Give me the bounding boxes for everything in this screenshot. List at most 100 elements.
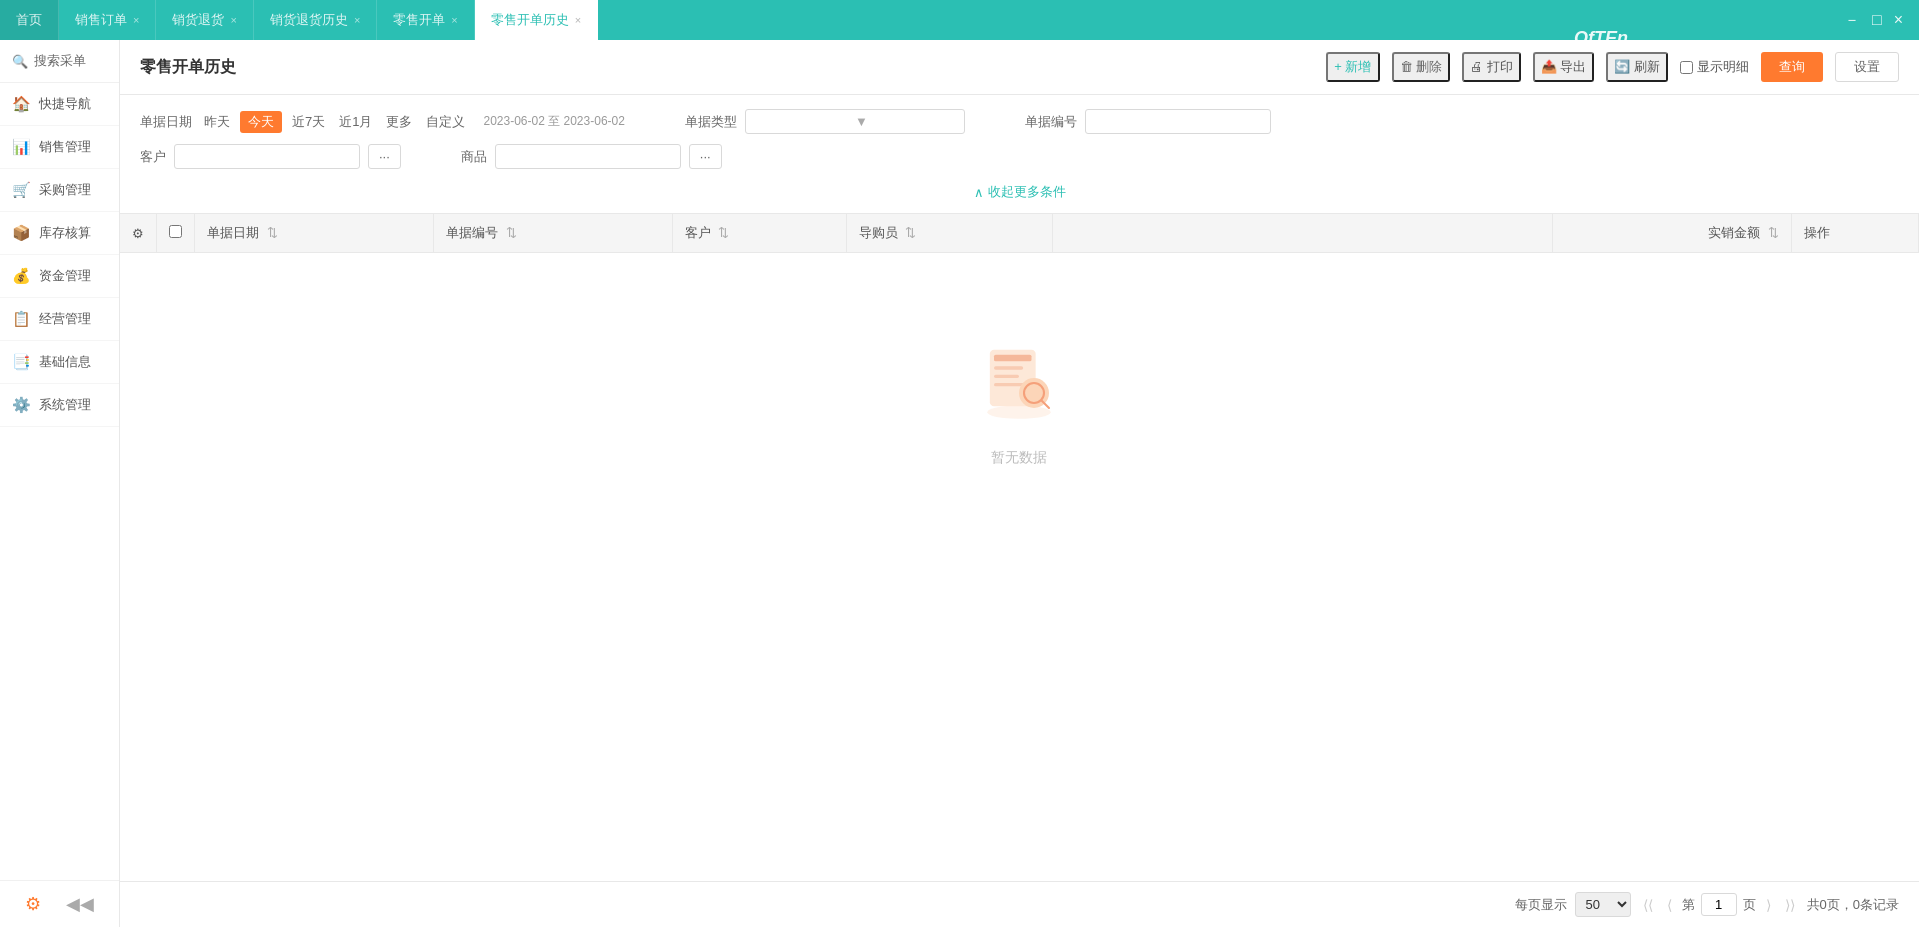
main-layout: 🔍 搜索采单 🏠 快捷导航 📊 销售管理 🛒 采购管理 📦 库存核算 💰 资金管… — [0, 40, 1919, 927]
th-doc-date[interactable]: 单据日期 ⇅ — [195, 214, 434, 253]
doc-type-label: 单据类型 — [685, 113, 737, 131]
content-area: 零售开单历史 + 新增 🗑 删除 🖨 打印 📤 导出 🔄 刷新 显示明细 查询 … — [120, 40, 1919, 927]
delete-button[interactable]: 🗑 删除 — [1392, 52, 1451, 82]
goods-input[interactable] — [495, 144, 681, 169]
customer-input[interactable] — [174, 144, 360, 169]
sidebar-finance-label: 资金管理 — [39, 267, 91, 285]
date-opt-more[interactable]: 更多 — [382, 111, 416, 133]
export-button[interactable]: 📤 导出 — [1533, 52, 1595, 82]
cart-icon: 🛒 — [12, 181, 31, 199]
sidebar-bottom: ⚙ ◀◀ — [0, 880, 119, 927]
collapse-filter-btn[interactable]: ∧ 收起更多条件 — [140, 179, 1899, 203]
tab-sales-order[interactable]: 销售订单 × — [59, 0, 156, 40]
tab-retail-order-history-close[interactable]: × — [575, 14, 581, 26]
chevron-down-icon: ▼ — [855, 114, 956, 129]
sidebar-item-purchase-mgmt[interactable]: 🛒 采购管理 — [0, 169, 119, 212]
empty-cell: 暂无数据 — [120, 253, 1919, 548]
first-page-button[interactable]: ⟨⟨ — [1639, 895, 1657, 915]
table-area: ⚙ 单据日期 ⇅ 单据编号 ⇅ 客户 ⇅ — [120, 214, 1919, 881]
close-button[interactable]: × — [1894, 11, 1903, 29]
tab-retail-order-history-label: 零售开单历史 — [491, 11, 569, 29]
pagination-bar: 每页显示 50 10 20 100 ⟨⟨ ⟨ 第 页 ⟩ ⟩⟩ 共0页，0条记录 — [120, 881, 1919, 927]
sidebar-search[interactable]: 🔍 搜索采单 — [0, 40, 119, 83]
doc-type-select[interactable]: ▼ — [745, 109, 965, 134]
home-icon: 🏠 — [12, 95, 31, 113]
tab-sales-return-history-close[interactable]: × — [354, 14, 360, 26]
tab-sales-return-history[interactable]: 销货退货历史 × — [254, 0, 377, 40]
prev-page-button[interactable]: ⟨ — [1663, 895, 1676, 915]
sidebar-item-basic-info[interactable]: 📑 基础信息 — [0, 341, 119, 384]
refresh-button[interactable]: 🔄 刷新 — [1606, 52, 1668, 82]
goods-ellipsis-btn[interactable]: ··· — [689, 144, 722, 169]
date-opt-custom[interactable]: 自定义 — [422, 111, 469, 133]
display-detail-checkbox-label: 显示明细 — [1680, 58, 1749, 76]
doc-no-label: 单据编号 — [1025, 113, 1077, 131]
maximize-button[interactable]: □ — [1872, 11, 1882, 29]
th-checkbox[interactable] — [157, 214, 195, 253]
th-doc-no[interactable]: 单据编号 ⇅ — [433, 214, 672, 253]
date-opt-today[interactable]: 今天 — [240, 111, 282, 133]
query-button[interactable]: 查询 — [1761, 52, 1823, 82]
sidebar-item-system[interactable]: ⚙️ 系统管理 — [0, 384, 119, 427]
select-all-checkbox[interactable] — [169, 225, 182, 238]
tab-home[interactable]: 首页 — [0, 0, 59, 40]
display-detail-checkbox[interactable] — [1680, 61, 1693, 74]
svg-rect-4 — [994, 375, 1019, 378]
add-button[interactable]: + 新增 — [1326, 52, 1379, 82]
sidebar-item-inventory[interactable]: 📦 库存核算 — [0, 212, 119, 255]
tab-retail-order-history[interactable]: 零售开单历史 × — [475, 0, 598, 40]
date-filter-group: 单据日期 昨天 今天 近7天 近1月 更多 自定义 2023-06-02 至 2… — [140, 111, 625, 133]
tab-retail-order[interactable]: 零售开单 × — [377, 0, 474, 40]
svg-rect-2 — [994, 355, 1032, 362]
filter-row-2: 客户 ··· 商品 ··· — [140, 144, 1899, 169]
customer-ellipsis-btn[interactable]: ··· — [368, 144, 401, 169]
minimize-button[interactable]: － — [1844, 10, 1860, 31]
sort-doc-no-icon: ⇅ — [506, 225, 517, 240]
tab-sales-return[interactable]: 销货退货 × — [156, 0, 253, 40]
goods-label: 商品 — [461, 148, 487, 166]
collapse-sidebar-icon[interactable]: ◀◀ — [66, 893, 94, 915]
tab-sales-return-label: 销货退货 — [172, 11, 224, 29]
settings-icon[interactable]: ⚙ — [25, 893, 41, 915]
data-table: ⚙ 单据日期 ⇅ 单据编号 ⇅ 客户 ⇅ — [120, 214, 1919, 547]
th-settings[interactable]: ⚙ — [120, 214, 157, 253]
tab-retail-order-close[interactable]: × — [451, 14, 457, 26]
sidebar: 🔍 搜索采单 🏠 快捷导航 📊 销售管理 🛒 采购管理 📦 库存核算 💰 资金管… — [0, 40, 120, 927]
sidebar-item-operation[interactable]: 📋 经营管理 — [0, 298, 119, 341]
header-actions: + 新增 🗑 删除 🖨 打印 📤 导出 🔄 刷新 显示明细 查询 设置 — [1326, 52, 1899, 82]
sidebar-purchase-mgmt-label: 采购管理 — [39, 181, 91, 199]
th-actual-amount[interactable]: 实销金额 ⇅ — [1552, 214, 1791, 253]
next-page-button[interactable]: ⟩ — [1762, 895, 1775, 915]
page-number-input[interactable] — [1701, 893, 1737, 916]
print-button[interactable]: 🖨 打印 — [1462, 52, 1521, 82]
sort-doc-date-icon: ⇅ — [267, 225, 278, 240]
date-opt-1month[interactable]: 近1月 — [335, 111, 376, 133]
date-opt-yesterday[interactable]: 昨天 — [200, 111, 234, 133]
box-icon: 📦 — [12, 224, 31, 242]
money-icon: 💰 — [12, 267, 31, 285]
search-icon: 🔍 — [12, 54, 28, 69]
setting-button[interactable]: 设置 — [1835, 52, 1899, 82]
th-operation: 操作 — [1791, 214, 1918, 253]
page-label-pre: 第 — [1682, 896, 1695, 914]
sort-customer-icon: ⇅ — [718, 225, 729, 240]
sidebar-quick-nav-label: 快捷导航 — [39, 95, 91, 113]
th-customer[interactable]: 客户 ⇅ — [672, 214, 846, 253]
date-label: 单据日期 — [140, 113, 192, 131]
tab-retail-order-label: 零售开单 — [393, 11, 445, 29]
empty-row: 暂无数据 — [120, 253, 1919, 548]
th-guide[interactable]: 导购员 ⇅ — [846, 214, 1052, 253]
total-info: 共0页，0条记录 — [1807, 896, 1899, 914]
tab-sales-return-close[interactable]: × — [230, 14, 236, 26]
page-size-select[interactable]: 50 10 20 100 — [1575, 892, 1631, 917]
doc-no-input[interactable] — [1085, 109, 1271, 134]
tab-sales-return-history-label: 销货退货历史 — [270, 11, 348, 29]
tab-sales-order-close[interactable]: × — [133, 14, 139, 26]
sidebar-item-quick-nav[interactable]: 🏠 快捷导航 — [0, 83, 119, 126]
gear-icon: ⚙️ — [12, 396, 31, 414]
date-opt-7days[interactable]: 近7天 — [288, 111, 329, 133]
page-label: 页 — [1743, 896, 1756, 914]
sidebar-item-sales-mgmt[interactable]: 📊 销售管理 — [0, 126, 119, 169]
last-page-button[interactable]: ⟩⟩ — [1781, 895, 1799, 915]
sidebar-item-finance[interactable]: 💰 资金管理 — [0, 255, 119, 298]
